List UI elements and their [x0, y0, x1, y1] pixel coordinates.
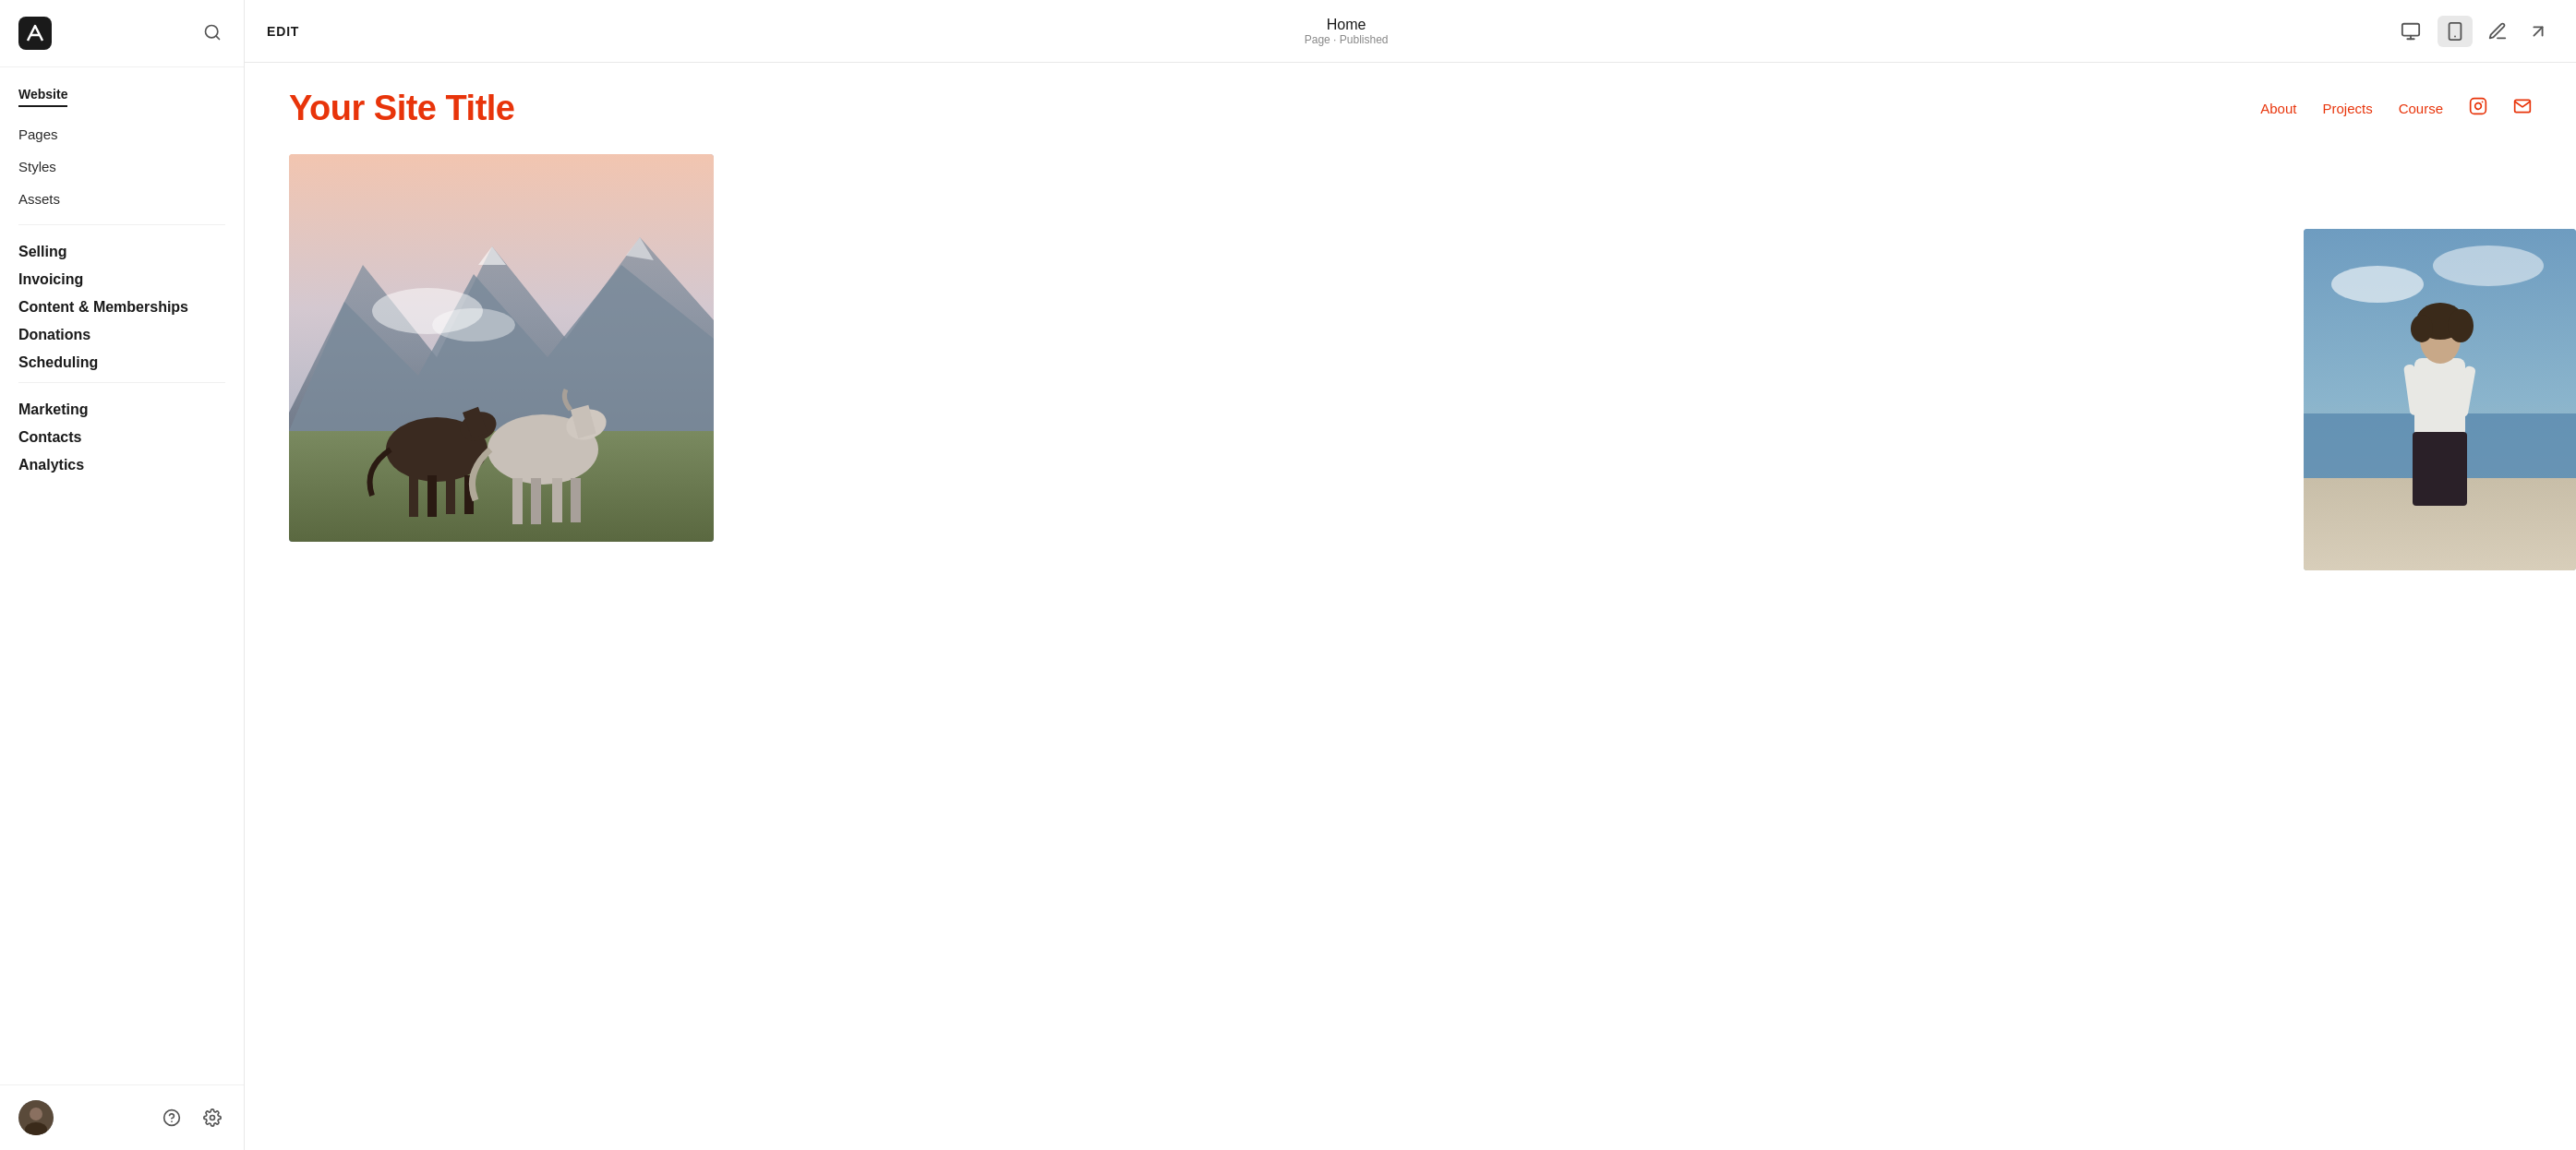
sidebar-item-analytics[interactable]: Analytics [0, 448, 244, 475]
sidebar-item-selling[interactable]: Selling [0, 234, 244, 262]
nav-course[interactable]: Course [2399, 101, 2443, 116]
svg-point-40 [2331, 266, 2424, 303]
topbar-page-name: Home [1305, 17, 1389, 33]
svg-rect-30 [446, 475, 455, 514]
canvas[interactable]: Your Site Title About Projects Course [245, 63, 2576, 1150]
divider-1 [18, 224, 225, 225]
search-button[interactable] [199, 19, 225, 48]
sidebar-item-contacts[interactable]: Contacts [0, 420, 244, 448]
sidebar-item-donations[interactable]: Donations [0, 317, 244, 345]
topbar: EDIT Home Page · Published [245, 0, 2576, 63]
nav-projects[interactable]: Projects [2322, 101, 2372, 116]
svg-point-23 [432, 308, 515, 341]
website-section-label: Website [18, 87, 67, 107]
nav-about[interactable]: About [2260, 101, 2296, 116]
edit-label[interactable]: EDIT [267, 24, 299, 39]
sidebar-item-styles[interactable]: Styles [18, 150, 225, 183]
svg-rect-28 [409, 475, 418, 517]
sidebar-bottom-icons [159, 1105, 225, 1131]
sidebar-footer [0, 1084, 244, 1150]
site-title: Your Site Title [289, 89, 514, 128]
svg-point-49 [2411, 315, 2433, 342]
svg-rect-37 [552, 478, 562, 522]
sidebar-item-marketing[interactable]: Marketing [0, 392, 244, 420]
svg-rect-0 [18, 17, 52, 50]
main-area: EDIT Home Page · Published [245, 0, 2576, 1150]
external-link-button[interactable] [2522, 16, 2554, 47]
mobile-view-button[interactable] [2438, 16, 2473, 47]
site-header: Your Site Title About Projects Course [245, 63, 2576, 154]
settings-button[interactable] [199, 1105, 225, 1131]
instagram-icon[interactable] [2469, 97, 2487, 120]
sidebar-item-assets[interactable]: Assets [18, 183, 225, 215]
svg-line-2 [216, 35, 220, 39]
avatar[interactable] [18, 1100, 54, 1135]
divider-2 [18, 382, 225, 383]
email-icon[interactable] [2513, 97, 2532, 120]
svg-line-14 [2534, 27, 2542, 35]
hero-image [289, 154, 714, 542]
svg-point-48 [2448, 309, 2474, 342]
website-nav: Pages Styles Assets [0, 118, 244, 215]
svg-rect-9 [2402, 23, 2419, 35]
logo[interactable] [18, 17, 52, 50]
svg-rect-38 [571, 478, 581, 522]
sidebar-header [0, 0, 244, 67]
side-image [2304, 229, 2576, 570]
svg-rect-35 [512, 478, 523, 524]
svg-rect-29 [427, 475, 437, 517]
sidebar-item-content-memberships[interactable]: Content & Memberships [0, 290, 244, 317]
site-nav: About Projects Course [2260, 97, 2532, 120]
svg-point-8 [211, 1116, 215, 1120]
svg-rect-15 [2471, 99, 2486, 114]
svg-point-4 [30, 1108, 42, 1120]
sidebar-item-pages[interactable]: Pages [18, 118, 225, 150]
topbar-page-status: Page · Published [1305, 33, 1389, 46]
sidebar: Website Pages Styles Assets Selling Invo… [0, 0, 245, 1150]
sidebar-item-invoicing[interactable]: Invoicing [0, 262, 244, 290]
edit-mode-button[interactable] [2482, 16, 2513, 47]
site-content [245, 154, 2576, 579]
help-button[interactable] [159, 1105, 185, 1131]
desktop-view-button[interactable] [2393, 16, 2428, 47]
svg-rect-36 [531, 478, 541, 524]
topbar-right [2393, 16, 2554, 47]
sidebar-item-scheduling[interactable]: Scheduling [0, 345, 244, 373]
svg-point-41 [2433, 246, 2544, 286]
svg-rect-45 [2413, 432, 2467, 506]
topbar-page-info: Home Page · Published [1305, 17, 1389, 46]
site-preview: Your Site Title About Projects Course [245, 63, 2576, 1150]
website-section: Website [0, 67, 244, 118]
